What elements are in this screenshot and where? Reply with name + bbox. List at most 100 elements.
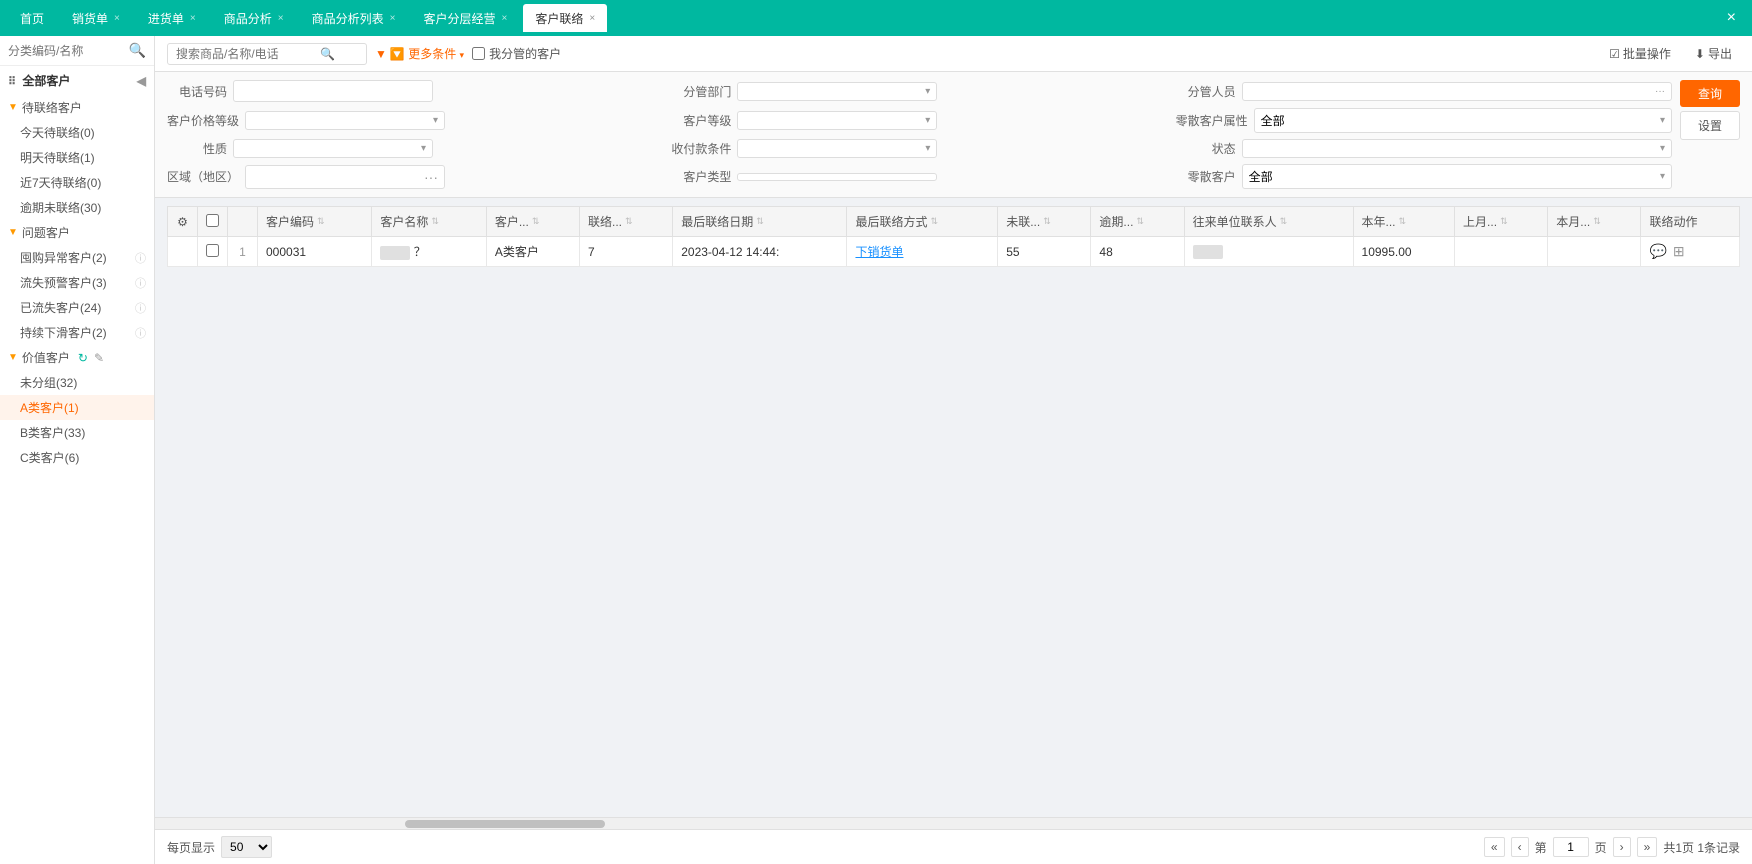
horizontal-scrollbar[interactable]	[155, 817, 1752, 829]
contact-col-header[interactable]: 联络... ⇅	[580, 207, 673, 237]
payment-select[interactable]: ▾	[737, 139, 937, 158]
collapse-icon[interactable]: ◀	[137, 74, 146, 88]
sidebar-search-input[interactable]	[8, 44, 125, 58]
item-label: 明天待联络(1)	[20, 149, 146, 166]
sidebar-search-icon[interactable]: 🔍	[129, 42, 146, 59]
qr-code-icon[interactable]: ⊞	[1673, 243, 1685, 260]
item-label: 持续下滑客户(2)	[20, 324, 135, 341]
refresh-icon[interactable]: ↻	[78, 351, 88, 365]
query-button[interactable]: 查询	[1680, 80, 1740, 107]
section-value-customers[interactable]: ▼ 价值客户 ↻ ✎	[0, 345, 154, 370]
tab-customer-segment[interactable]: 客户分层经营 ×	[411, 4, 519, 32]
per-page-select[interactable]: 50 100 200	[221, 836, 272, 858]
last-month-col-header[interactable]: 上月... ⇅	[1455, 207, 1548, 237]
sidebar-item-overdue-contact[interactable]: 逾期未联络(30)	[0, 195, 154, 220]
last-contact-method-col-header[interactable]: 最后联络方式 ⇅	[847, 207, 998, 237]
sidebar-item-churn-warning[interactable]: 流失预警客户(3) ⓘ	[0, 270, 154, 295]
manager-label: 分管人员	[1176, 83, 1236, 100]
customer-type-select[interactable]	[737, 173, 937, 181]
sidebar-all-customers[interactable]: ⠿ 全部客户 ◀	[0, 66, 154, 95]
sidebar-item-class-b[interactable]: B类客户(33)	[0, 420, 154, 445]
retail-value: 全部	[1249, 168, 1273, 185]
select-all-checkbox[interactable]	[206, 214, 219, 227]
sidebar-item-declining[interactable]: 持续下滑客户(2) ⓘ	[0, 320, 154, 345]
last-contact-method[interactable]: 下销货单	[855, 245, 903, 259]
overdue-col-header[interactable]: 逾期... ⇅	[1091, 207, 1184, 237]
settings-button[interactable]: 设置	[1680, 111, 1740, 140]
sort-icon: ⇅	[1136, 216, 1144, 227]
tab-sales-order[interactable]: 销货单 ×	[60, 4, 132, 32]
export-button[interactable]: ⬇ 导出	[1687, 42, 1740, 65]
section-pending-contact[interactable]: ▼ 待联络客户	[0, 95, 154, 120]
sidebar-item-today-pending[interactable]: 今天待联络(0)	[0, 120, 154, 145]
item-label: 逾期未联络(30)	[20, 199, 146, 216]
close-icon[interactable]: ×	[501, 13, 507, 24]
close-icon[interactable]: ×	[190, 13, 196, 24]
manager-select[interactable]: ···	[1242, 82, 1672, 101]
item-label: 今天待联络(0)	[20, 124, 146, 141]
search-icon[interactable]: 🔍	[320, 47, 335, 61]
section-problem-customers[interactable]: ▼ 问题客户	[0, 220, 154, 245]
no-contact-col-header[interactable]: 未联... ⇅	[998, 207, 1091, 237]
tab-home[interactable]: 首页	[8, 4, 56, 32]
close-icon[interactable]: ×	[390, 13, 396, 24]
phone-input[interactable]	[233, 80, 433, 102]
sidebar-item-class-a[interactable]: A类客户(1)	[0, 395, 154, 420]
close-icon[interactable]: ×	[278, 13, 284, 24]
last-contact-date-col-header[interactable]: 最后联络日期 ⇅	[673, 207, 847, 237]
chat-icon[interactable]: 💬	[1649, 243, 1666, 260]
customer-type-label: 客户类型	[671, 168, 731, 185]
nature-select[interactable]: ▾	[233, 139, 433, 158]
sort-icon: ⇅	[431, 216, 439, 227]
my-customers-checkbox[interactable]	[472, 47, 485, 60]
page-label: 第	[1535, 839, 1547, 856]
tab-product-analysis[interactable]: 商品分析 ×	[212, 4, 296, 32]
next-page-button[interactable]: ›	[1613, 837, 1631, 857]
sidebar-item-unsorted[interactable]: 未分组(32)	[0, 370, 154, 395]
page-number-input[interactable]	[1553, 837, 1589, 857]
unit-contact-col-header[interactable]: 往来单位联系人 ⇅	[1184, 207, 1353, 237]
retail-select[interactable]: 全部 ▾	[1242, 164, 1672, 189]
sort-icon: ⇅	[1500, 216, 1508, 227]
filter-row-3: 性质 ▾ 收付款条件 ▾	[167, 139, 1672, 158]
chevron-down-icon: ▾	[925, 86, 930, 97]
sidebar-item-class-c[interactable]: C类客户(6)	[0, 445, 154, 470]
window-close-button[interactable]: ×	[1719, 9, 1744, 27]
tab-product-analysis-list[interactable]: 商品分析列表 ×	[300, 4, 408, 32]
name-col-header[interactable]: 客户名称 ⇅	[372, 207, 486, 237]
my-customers-checkbox-area: 我分管的客户	[472, 45, 561, 62]
tab-customer-contact[interactable]: 客户联络 ×	[523, 4, 607, 32]
region-select[interactable]: ···	[245, 165, 445, 189]
sidebar-item-abnormal-purchase[interactable]: 囤购异常客户(2) ⓘ	[0, 245, 154, 270]
table-area: ⚙ 客户编码 ⇅	[155, 198, 1752, 817]
code-col-header[interactable]: 客户编码 ⇅	[258, 207, 372, 237]
tab-purchase-order[interactable]: 进货单 ×	[136, 4, 208, 32]
last-page-button[interactable]: »	[1637, 837, 1658, 857]
sidebar-item-churned[interactable]: 已流失客户(24) ⓘ	[0, 295, 154, 320]
scrollbar-thumb[interactable]	[405, 820, 605, 828]
prev-page-button[interactable]: ‹	[1511, 837, 1529, 857]
this-year-col-header[interactable]: 本年... ⇅	[1353, 207, 1455, 237]
settings-icon[interactable]: ⚙	[177, 215, 188, 229]
customer-level-select[interactable]: ▾	[737, 111, 937, 130]
first-page-button[interactable]: «	[1484, 837, 1505, 857]
batch-ops-button[interactable]: ☑ 批量操作	[1601, 42, 1679, 65]
retail-attr-select[interactable]: 全部 ▾	[1254, 108, 1672, 133]
price-level-select[interactable]: ▾	[245, 111, 445, 130]
close-icon[interactable]: ×	[114, 13, 120, 24]
settings-col-header[interactable]: ⚙	[168, 207, 198, 237]
all-customers-label: ⠿ 全部客户	[8, 72, 70, 89]
this-year-amount: 10995.00	[1362, 245, 1412, 259]
type-col-header[interactable]: 客户... ⇅	[486, 207, 579, 237]
this-month-col-header[interactable]: 本月... ⇅	[1548, 207, 1641, 237]
dept-select[interactable]: ▾	[737, 82, 937, 101]
row-checkbox[interactable]	[206, 244, 219, 257]
sidebar-item-tomorrow-pending[interactable]: 明天待联络(1)	[0, 145, 154, 170]
more-filters-button[interactable]: ▼ 🔽 更多条件 ▾	[375, 45, 464, 62]
status-select[interactable]: ▾	[1242, 139, 1672, 158]
filter-status: 状态 ▾	[1176, 139, 1672, 158]
main-search-input[interactable]	[176, 47, 316, 61]
edit-icon[interactable]: ✎	[94, 351, 104, 365]
close-icon[interactable]: ×	[589, 13, 595, 24]
sidebar-item-7days-pending[interactable]: 近7天待联络(0)	[0, 170, 154, 195]
